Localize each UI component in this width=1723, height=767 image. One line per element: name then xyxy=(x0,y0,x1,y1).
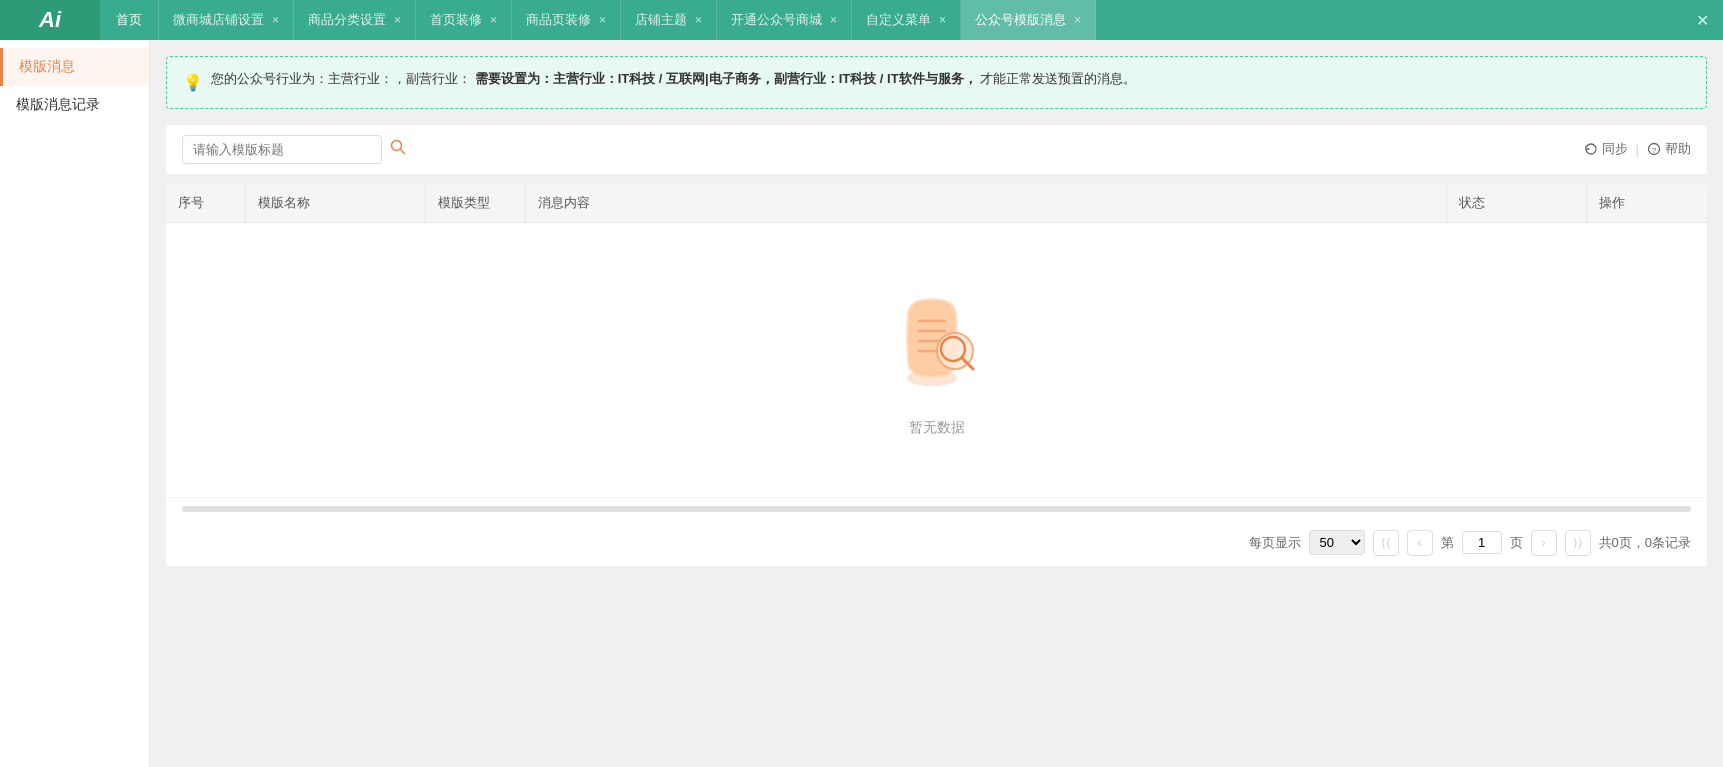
tab-close-8[interactable]: × xyxy=(1074,13,1081,27)
page-total-label: 共0页，0条记录 xyxy=(1599,534,1691,552)
svg-line-1 xyxy=(401,150,405,154)
sidebar: 模版消息 模版消息记录 xyxy=(0,40,150,767)
page-di-label: 第 xyxy=(1441,534,1454,552)
help-button[interactable]: ? 帮助 xyxy=(1647,140,1691,158)
tab-productpage[interactable]: 商品页装修 × xyxy=(512,0,621,40)
sidebar-item-template-record[interactable]: 模版消息记录 xyxy=(0,86,149,124)
search-divider: | xyxy=(1636,142,1639,157)
horizontal-scrollbar[interactable] xyxy=(182,506,1691,512)
global-close-button[interactable]: ✕ xyxy=(1682,11,1723,30)
notice-text: 您的公众号行业为：主营行业：，副营行业： 需要设置为：主营行业：IT科技 / 互… xyxy=(211,69,1690,90)
tab-home[interactable]: 首页 xyxy=(100,0,159,40)
tab-close-7[interactable]: × xyxy=(939,13,946,27)
col-header-type: 模版类型 xyxy=(426,184,526,222)
col-header-status: 状态 xyxy=(1447,184,1587,222)
col-header-name: 模版名称 xyxy=(246,184,426,222)
notice-box: 💡 您的公众号行业为：主营行业：，副营行业： 需要设置为：主营行业：IT科技 /… xyxy=(166,56,1707,109)
tab-close-4[interactable]: × xyxy=(599,13,606,27)
scrollbar-area[interactable] xyxy=(166,497,1707,520)
tab-weshop[interactable]: 微商城店铺设置 × xyxy=(159,0,294,40)
search-input[interactable] xyxy=(182,135,382,164)
tab-theme[interactable]: 店铺主题 × xyxy=(621,0,717,40)
table-container: 序号 模版名称 模版类型 消息内容 状态 操作 xyxy=(166,184,1707,566)
empty-text: 暂无数据 xyxy=(909,419,965,437)
tab-custom-menu[interactable]: 自定义菜单 × xyxy=(852,0,961,40)
help-icon: ? xyxy=(1647,142,1661,156)
col-header-action: 操作 xyxy=(1587,184,1707,222)
page-number-input[interactable] xyxy=(1462,531,1502,554)
tab-template-msg[interactable]: 公众号模版消息 × xyxy=(961,0,1096,40)
table-header: 序号 模版名称 模版类型 消息内容 状态 操作 xyxy=(166,184,1707,223)
tab-homepage[interactable]: 首页装修 × xyxy=(416,0,512,40)
main-layout: 模版消息 模版消息记录 💡 您的公众号行业为：主营行业：，副营行业： 需要设置为… xyxy=(0,40,1723,767)
search-bar: 同步 | ? 帮助 xyxy=(166,125,1707,174)
svg-point-12 xyxy=(946,341,952,347)
notice-icon: 💡 xyxy=(183,70,203,96)
page-unit-label: 页 xyxy=(1510,534,1523,552)
tab-close-3[interactable]: × xyxy=(490,13,497,27)
tab-bar: Ai 首页 微商城店铺设置 × 商品分类设置 × 首页装修 × 商品页装修 × … xyxy=(0,0,1723,40)
col-header-seq: 序号 xyxy=(166,184,246,222)
tab-close-6[interactable]: × xyxy=(830,13,837,27)
sync-icon xyxy=(1584,142,1598,156)
page-last-button[interactable]: ⟩⟩ xyxy=(1565,530,1591,556)
page-next-button[interactable]: › xyxy=(1531,530,1557,556)
search-icon xyxy=(390,139,406,155)
tab-close-2[interactable]: × xyxy=(394,13,401,27)
empty-illustration xyxy=(877,283,997,403)
page-size-select[interactable]: 50 20 100 xyxy=(1309,530,1365,555)
page-first-button[interactable]: ⟨⟨ xyxy=(1373,530,1399,556)
empty-state: 暂无数据 xyxy=(166,223,1707,497)
tab-open-mall[interactable]: 开通公众号商城 × xyxy=(717,0,852,40)
search-button[interactable] xyxy=(390,139,406,159)
search-left xyxy=(182,135,406,164)
tab-close-1[interactable]: × xyxy=(272,13,279,27)
page-prev-button[interactable]: ‹ xyxy=(1407,530,1433,556)
svg-text:?: ? xyxy=(1652,146,1657,155)
tab-close-5[interactable]: × xyxy=(695,13,702,27)
logo: Ai xyxy=(0,0,100,40)
page-size-label: 每页显示 xyxy=(1249,534,1301,552)
pagination: 每页显示 50 20 100 ⟨⟨ ‹ 第 页 › ⟩⟩ 共0页，0条记录 xyxy=(166,520,1707,566)
tab-category[interactable]: 商品分类设置 × xyxy=(294,0,416,40)
sidebar-item-template-msg[interactable]: 模版消息 xyxy=(0,48,149,86)
sync-button[interactable]: 同步 xyxy=(1584,140,1628,158)
search-right: 同步 | ? 帮助 xyxy=(1584,140,1691,158)
col-header-content: 消息内容 xyxy=(526,184,1447,222)
content-area: 💡 您的公众号行业为：主营行业：，副营行业： 需要设置为：主营行业：IT科技 /… xyxy=(150,40,1723,767)
